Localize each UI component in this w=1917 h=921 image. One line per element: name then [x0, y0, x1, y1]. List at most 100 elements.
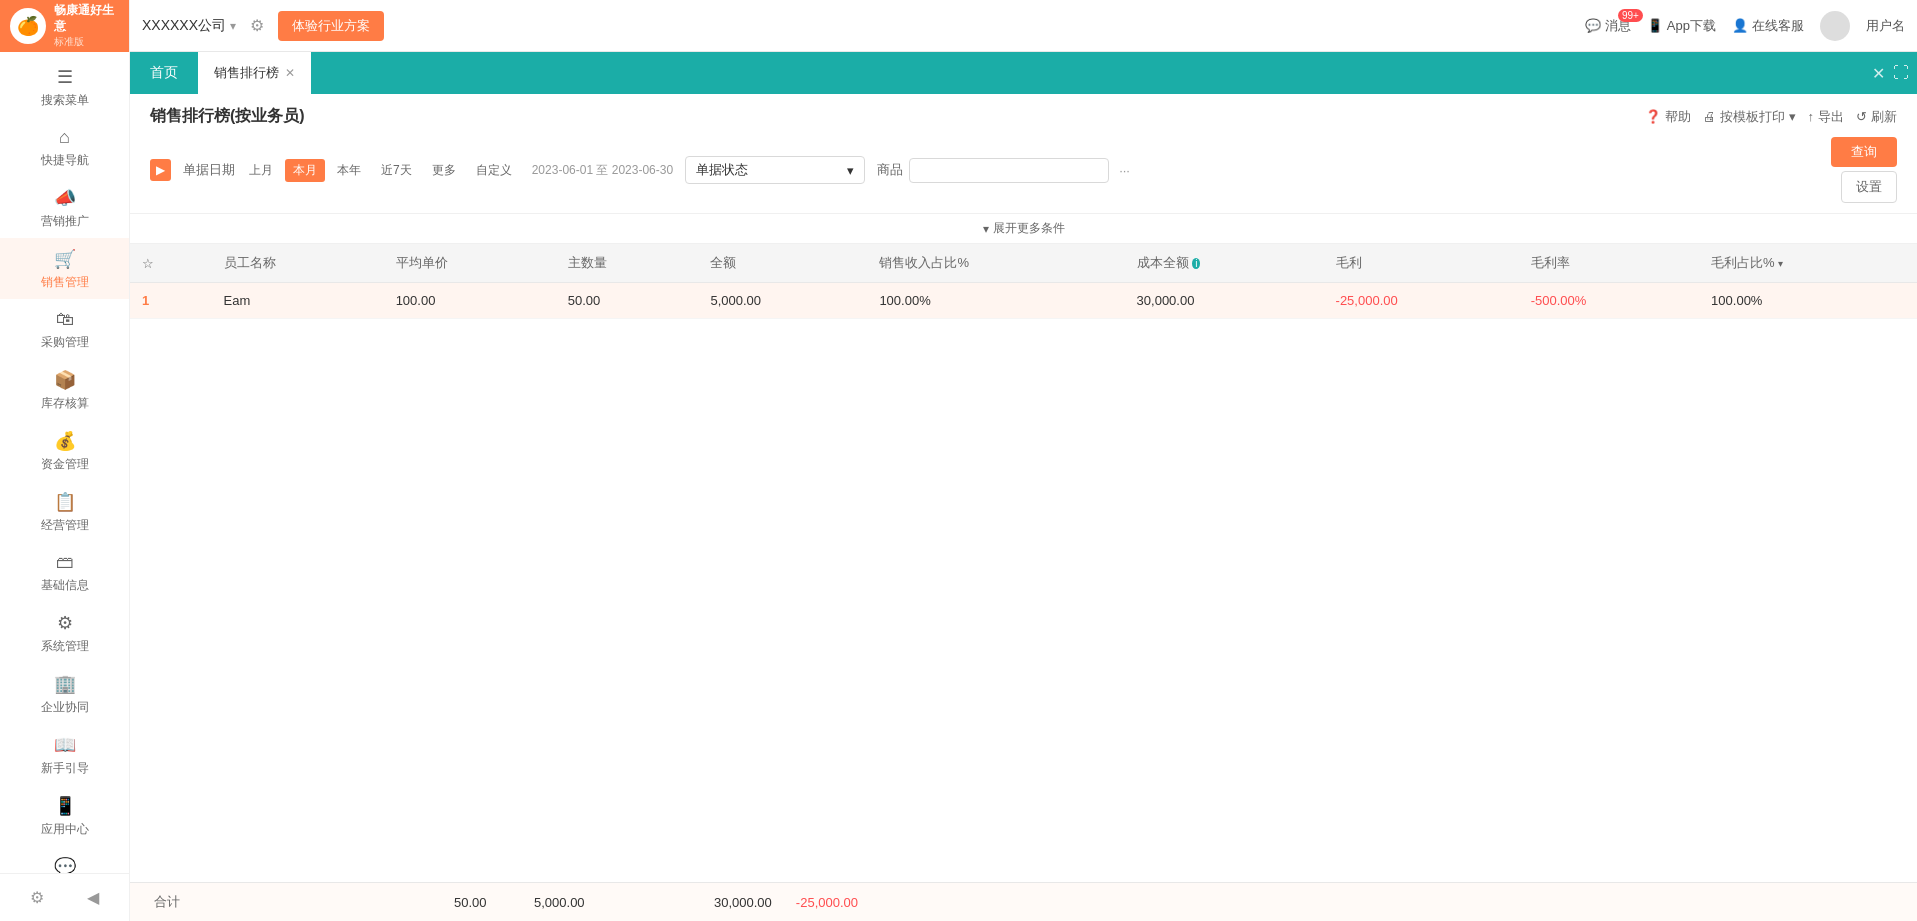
- logo-sub: 标准版: [54, 35, 119, 49]
- date-btn-last-month[interactable]: 上月: [241, 159, 281, 182]
- sidebar-item-enterprise[interactable]: 🏢 企业协同: [0, 663, 129, 724]
- tab-maximize-icon[interactable]: ⛶: [1893, 64, 1909, 82]
- status-select[interactable]: 单据状态 ▾: [685, 156, 865, 184]
- expand-down-icon: ▾: [983, 222, 989, 236]
- settings-footer-icon[interactable]: ⚙: [30, 888, 44, 907]
- sidebar-label-basics: 基础信息: [41, 577, 89, 594]
- page-title: 销售排行榜(按业务员): [150, 106, 305, 127]
- logo-text: 畅康通好生意: [54, 3, 119, 34]
- sidebar-label-quick-nav: 快捷导航: [41, 152, 89, 169]
- goods-input[interactable]: [909, 158, 1109, 183]
- sidebar-label-app-center: 应用中心: [41, 821, 89, 838]
- main-area: XXXXXX公司 ▾ ⚙ 体验行业方案 💬 消息 99+ 📱 App下载 👤 在…: [130, 0, 1917, 921]
- col-cost: 成本全额 i: [1125, 244, 1324, 283]
- message-icon: 💬: [1585, 18, 1601, 33]
- col-gross-pct: 毛利占比% ▾: [1699, 244, 1917, 283]
- tab-home[interactable]: 首页: [130, 52, 198, 94]
- sidebar-footer: ⚙ ◀: [0, 873, 129, 921]
- date-btn-this-year[interactable]: 本年: [329, 159, 369, 182]
- filter-toggle-icon[interactable]: ▶: [150, 159, 171, 181]
- service-label: 在线客服: [1752, 17, 1804, 35]
- sidebar-item-search[interactable]: ☰ 搜索菜单: [0, 56, 129, 117]
- operations-icon: 📋: [54, 491, 76, 513]
- app-download-button[interactable]: 📱 App下载: [1647, 17, 1716, 35]
- tab-close-all-icon[interactable]: ✕: [1872, 64, 1885, 83]
- help-button[interactable]: ❓ 帮助: [1645, 108, 1691, 126]
- col-rank: ☆: [130, 244, 212, 283]
- search-menu-icon: ☰: [57, 66, 73, 88]
- collapse-icon[interactable]: ◀: [87, 888, 99, 907]
- cell-gross: -25,000.00: [1324, 283, 1519, 319]
- date-btn-custom[interactable]: 自定义: [468, 159, 520, 182]
- refresh-button[interactable]: ↺ 刷新: [1856, 108, 1897, 126]
- topbar-right: 💬 消息 99+ 📱 App下载 👤 在线客服 用户名: [1585, 11, 1905, 41]
- refresh-icon: ↺: [1856, 109, 1867, 124]
- print-dropdown-icon: ▾: [1789, 109, 1796, 124]
- cell-avg-price: 100.00: [384, 283, 556, 319]
- more-filters-icon[interactable]: ···: [1115, 163, 1134, 178]
- table-footer: 合计 50.00 5,000.00 30,000.00 -25,000.00: [130, 882, 1917, 921]
- filter-group-status: 单据状态 ▾: [685, 156, 865, 184]
- username-label: 用户名: [1866, 17, 1905, 35]
- app-center-icon: 📱: [54, 795, 76, 817]
- sidebar-item-sales[interactable]: 🛒 销售管理: [0, 238, 129, 299]
- settings-button[interactable]: 设置: [1841, 171, 1897, 203]
- home-icon: ⌂: [59, 127, 70, 148]
- content-area: 销售排行榜(按业务员) ❓ 帮助 🖨 按模板打印 ▾ ↑ 导出 ↺ 刷新: [130, 94, 1917, 921]
- sidebar-label-finance: 资金管理: [41, 456, 89, 473]
- tab-active-label: 销售排行榜: [214, 64, 279, 82]
- page-actions: ❓ 帮助 🖨 按模板打印 ▾ ↑ 导出 ↺ 刷新: [1645, 108, 1898, 126]
- date-btn-more[interactable]: 更多: [424, 159, 464, 182]
- enterprise-icon: 🏢: [54, 673, 76, 695]
- tab-close-icon[interactable]: ✕: [285, 66, 295, 80]
- sidebar-item-purchase[interactable]: 🛍 采购管理: [0, 299, 129, 359]
- sidebar-item-app-center[interactable]: 📱 应用中心: [0, 785, 129, 846]
- logo-icon: 🍊: [10, 8, 46, 44]
- sidebar-item-inventory[interactable]: 📦 库存核算: [0, 359, 129, 420]
- trial-button[interactable]: 体验行业方案: [278, 11, 384, 41]
- cell-qty: 50.00: [556, 283, 699, 319]
- export-label: 导出: [1818, 108, 1844, 126]
- status-select-label: 单据状态: [696, 161, 748, 179]
- sidebar-item-quick-nav[interactable]: ⌂ 快捷导航: [0, 117, 129, 177]
- export-button[interactable]: ↑ 导出: [1808, 108, 1845, 126]
- expand-more-button[interactable]: ▾ 展开更多条件: [983, 220, 1065, 237]
- footer-amount: 5,000.00: [522, 895, 602, 910]
- sidebar-label-sales: 销售管理: [41, 274, 89, 291]
- company-selector[interactable]: XXXXXX公司 ▾: [142, 17, 236, 35]
- table-header-row: ☆ 员工名称 平均单价 主数量 全额 销售收入占比% 成本全额 i 毛利 毛利率…: [130, 244, 1917, 283]
- sidebar-item-operations[interactable]: 📋 经营管理: [0, 481, 129, 542]
- filter-group-date: 单据日期 上月 本月 本年 近7天 更多 自定义: [183, 159, 520, 182]
- print-label: 按模板打印: [1720, 108, 1785, 126]
- sidebar-label-purchase: 采购管理: [41, 334, 89, 351]
- date-btn-this-month[interactable]: 本月: [285, 159, 325, 182]
- sidebar-item-finance[interactable]: 💰 资金管理: [0, 420, 129, 481]
- query-button[interactable]: 查询: [1831, 137, 1897, 167]
- sidebar-item-basics[interactable]: 🗃 基础信息: [0, 542, 129, 602]
- sidebar-label-system: 系统管理: [41, 638, 89, 655]
- export-icon: ↑: [1808, 109, 1815, 124]
- ranking-table: ☆ 员工名称 平均单价 主数量 全额 销售收入占比% 成本全额 i 毛利 毛利率…: [130, 244, 1917, 319]
- sidebar-item-guide[interactable]: 📖 新手引导: [0, 724, 129, 785]
- message-button[interactable]: 💬 消息 99+: [1585, 17, 1631, 35]
- user-avatar[interactable]: [1820, 11, 1850, 41]
- settings-gear-icon[interactable]: ⚙: [246, 12, 268, 39]
- date-btn-7days[interactable]: 近7天: [373, 159, 420, 182]
- sidebar-label-inventory: 库存核算: [41, 395, 89, 412]
- online-service-button[interactable]: 👤 在线客服: [1732, 17, 1804, 35]
- message-badge: 99+: [1618, 9, 1643, 22]
- tab-sales-ranking[interactable]: 销售排行榜 ✕: [198, 52, 311, 94]
- system-icon: ⚙: [57, 612, 73, 634]
- tabbar-right: ✕ ⛶: [1872, 64, 1917, 83]
- print-button[interactable]: 🖨 按模板打印 ▾: [1703, 108, 1796, 126]
- sidebar-item-wechat[interactable]: 💬 企业微信: [0, 846, 129, 873]
- sidebar-label-operations: 经营管理: [41, 517, 89, 534]
- company-arrow-icon: ▾: [230, 19, 236, 33]
- cell-name: Eam: [212, 283, 384, 319]
- footer-cost: 30,000.00: [702, 895, 784, 910]
- col-sales-pct: 销售收入占比%: [867, 244, 1124, 283]
- cell-rank: 1: [130, 283, 212, 319]
- sidebar-item-marketing[interactable]: 📣 营销推广: [0, 177, 129, 238]
- expand-label: 展开更多条件: [993, 220, 1065, 237]
- sidebar-item-system[interactable]: ⚙ 系统管理: [0, 602, 129, 663]
